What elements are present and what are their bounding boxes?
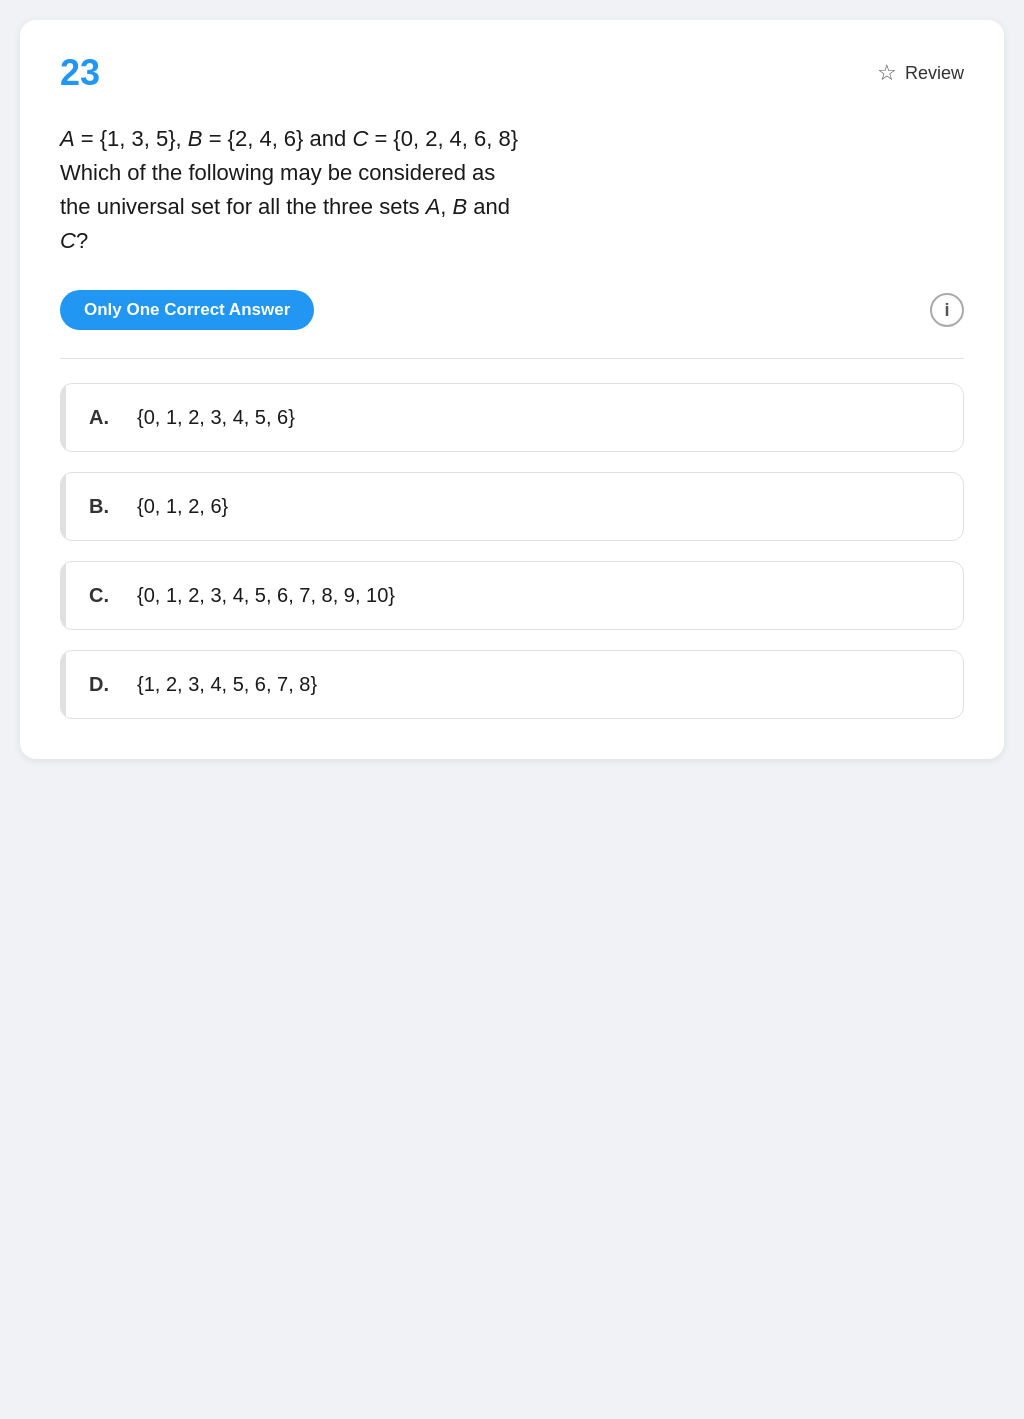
review-label: Review — [905, 63, 964, 84]
option-b[interactable]: B. {0, 1, 2, 6} — [60, 472, 964, 541]
option-b-text: {0, 1, 2, 6} — [137, 495, 228, 518]
option-a-label: A. — [89, 406, 117, 429]
info-button[interactable]: i — [930, 293, 964, 327]
answer-type-row: Only One Correct Answer i — [60, 290, 964, 330]
option-d-label: D. — [89, 673, 117, 696]
review-button[interactable]: ☆ Review — [877, 60, 964, 86]
option-c-text: {0, 1, 2, 3, 4, 5, 6, 7, 8, 9, 10} — [137, 584, 395, 607]
card-header: 23 ☆ Review — [60, 52, 964, 94]
question-text: A = {1, 3, 5}, B = {2, 4, 6} and C = {0,… — [60, 122, 964, 258]
question-number: 23 — [60, 52, 100, 94]
option-d-text: {1, 2, 3, 4, 5, 6, 7, 8} — [137, 673, 317, 696]
info-symbol: i — [944, 300, 949, 321]
option-b-label: B. — [89, 495, 117, 518]
option-a-text: {0, 1, 2, 3, 4, 5, 6} — [137, 406, 295, 429]
options-list: A. {0, 1, 2, 3, 4, 5, 6} B. {0, 1, 2, 6}… — [60, 383, 964, 719]
question-card: 23 ☆ Review A = {1, 3, 5}, B = {2, 4, 6}… — [20, 20, 1004, 759]
star-icon: ☆ — [877, 60, 897, 86]
answer-type-badge: Only One Correct Answer — [60, 290, 314, 330]
option-c-label: C. — [89, 584, 117, 607]
option-c[interactable]: C. {0, 1, 2, 3, 4, 5, 6, 7, 8, 9, 10} — [60, 561, 964, 630]
section-divider — [60, 358, 964, 359]
option-d[interactable]: D. {1, 2, 3, 4, 5, 6, 7, 8} — [60, 650, 964, 719]
option-a[interactable]: A. {0, 1, 2, 3, 4, 5, 6} — [60, 383, 964, 452]
